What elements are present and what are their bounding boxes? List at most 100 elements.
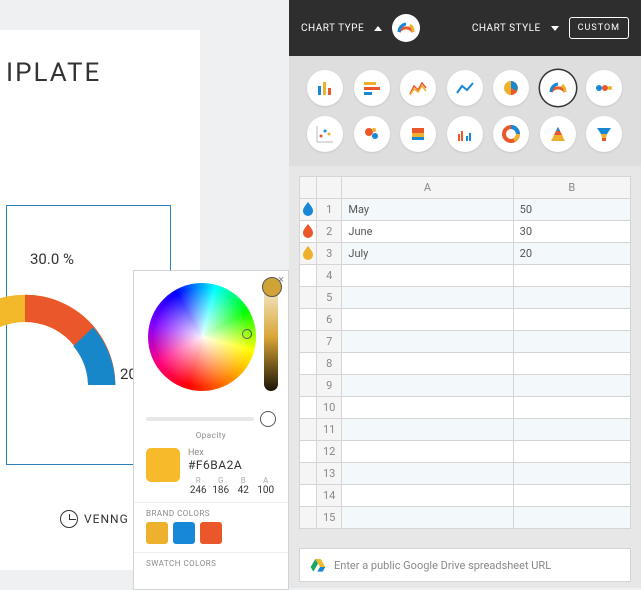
- bubble-row-option[interactable]: [586, 70, 622, 106]
- cell[interactable]: [342, 353, 513, 375]
- cell[interactable]: [513, 441, 630, 463]
- table-row[interactable]: 13: [300, 463, 631, 485]
- row-color-swatch[interactable]: [300, 287, 317, 309]
- line-chart-option[interactable]: [447, 70, 483, 106]
- lightness-strip[interactable]: [264, 283, 278, 391]
- table-row[interactable]: 4: [300, 265, 631, 287]
- cell[interactable]: [513, 463, 630, 485]
- table-row[interactable]: 15: [300, 507, 631, 529]
- custom-button[interactable]: CUSTOM: [569, 17, 629, 39]
- stacked-chart-option[interactable]: [400, 116, 436, 152]
- column-header[interactable]: B: [513, 177, 630, 199]
- cell[interactable]: [342, 463, 513, 485]
- row-color-swatch[interactable]: [300, 463, 317, 485]
- row-color-swatch[interactable]: [300, 221, 317, 243]
- cell[interactable]: [342, 507, 513, 529]
- cell[interactable]: [513, 419, 630, 441]
- table-row[interactable]: 11: [300, 419, 631, 441]
- cell[interactable]: July: [342, 243, 513, 265]
- cell[interactable]: [342, 265, 513, 287]
- pyramid-chart-option[interactable]: [540, 116, 576, 152]
- cell[interactable]: [342, 441, 513, 463]
- hex-value[interactable]: #F6BA2A: [188, 458, 276, 472]
- scatter-chart-option[interactable]: [307, 116, 343, 152]
- cell[interactable]: [513, 287, 630, 309]
- table-row[interactable]: 8: [300, 353, 631, 375]
- brand-swatch[interactable]: [146, 522, 168, 544]
- row-color-swatch[interactable]: [300, 243, 317, 265]
- row-color-swatch[interactable]: [300, 419, 317, 441]
- hue-pointer[interactable]: [242, 329, 252, 339]
- cell[interactable]: June: [342, 221, 513, 243]
- table-row[interactable]: 14: [300, 485, 631, 507]
- brand-swatch[interactable]: [200, 522, 222, 544]
- grouped-column-option[interactable]: [447, 116, 483, 152]
- row-color-swatch[interactable]: [300, 199, 317, 221]
- cell[interactable]: [513, 353, 630, 375]
- bubble-chart-option[interactable]: [354, 116, 390, 152]
- donut-chart-option[interactable]: [493, 116, 529, 152]
- row-color-swatch[interactable]: [300, 485, 317, 507]
- funnel-chart-option[interactable]: [586, 116, 622, 152]
- bar-chart-option[interactable]: [354, 70, 390, 106]
- hex-label: Hex: [188, 448, 276, 458]
- table-row[interactable]: 7: [300, 331, 631, 353]
- chart-type-button[interactable]: CHART TYPE: [301, 23, 364, 34]
- google-drive-icon: [310, 557, 326, 573]
- cell[interactable]: [342, 287, 513, 309]
- cell[interactable]: [513, 375, 630, 397]
- table-row[interactable]: 2 June 30: [300, 221, 631, 243]
- cell[interactable]: [342, 485, 513, 507]
- gauge-chart-option[interactable]: [540, 70, 576, 106]
- pie-chart-option[interactable]: [493, 70, 529, 106]
- cell[interactable]: [513, 507, 630, 529]
- row-color-swatch[interactable]: [300, 441, 317, 463]
- cell[interactable]: [342, 397, 513, 419]
- cell[interactable]: [513, 309, 630, 331]
- rgba-value[interactable]: 186: [211, 485, 232, 496]
- google-drive-input-bar[interactable]: Enter a public Google Drive spreadsheet …: [299, 548, 631, 582]
- table-row[interactable]: 1 May 50: [300, 199, 631, 221]
- row-color-swatch[interactable]: [300, 397, 317, 419]
- opacity-knob[interactable]: [260, 411, 276, 427]
- cell[interactable]: 20: [513, 243, 630, 265]
- canvas-footer: VENNG: [60, 510, 129, 528]
- table-row[interactable]: 10: [300, 397, 631, 419]
- cell[interactable]: 30: [513, 221, 630, 243]
- cell[interactable]: [342, 309, 513, 331]
- rgba-value[interactable]: 246: [188, 485, 209, 496]
- cell[interactable]: [342, 375, 513, 397]
- opacity-slider[interactable]: [134, 411, 288, 431]
- chart-style-button[interactable]: CHART STYLE: [472, 23, 541, 34]
- row-color-swatch[interactable]: [300, 309, 317, 331]
- column-chart-option[interactable]: [307, 70, 343, 106]
- hue-wheel[interactable]: [148, 283, 256, 391]
- row-color-swatch[interactable]: [300, 375, 317, 397]
- cell[interactable]: May: [342, 199, 513, 221]
- cell[interactable]: [342, 331, 513, 353]
- row-color-swatch[interactable]: [300, 507, 317, 529]
- row-color-swatch[interactable]: [300, 265, 317, 287]
- row-color-swatch[interactable]: [300, 331, 317, 353]
- table-row[interactable]: 6: [300, 309, 631, 331]
- table-row[interactable]: 12: [300, 441, 631, 463]
- rgba-value[interactable]: 42: [233, 485, 254, 496]
- cell[interactable]: [513, 485, 630, 507]
- lightness-knob[interactable]: [262, 277, 282, 297]
- rgba-value[interactable]: 100: [256, 485, 277, 496]
- half-donut-chart[interactable]: [0, 280, 130, 385]
- cell[interactable]: 50: [513, 199, 630, 221]
- table-row[interactable]: 9: [300, 375, 631, 397]
- data-sheet[interactable]: AB 1 May 50 2 June 30 3 July 20 4 5 6 7 …: [299, 176, 631, 529]
- row-number: 15: [317, 507, 342, 529]
- cell[interactable]: [342, 419, 513, 441]
- brand-swatch[interactable]: [173, 522, 195, 544]
- table-row[interactable]: 3 July 20: [300, 243, 631, 265]
- row-color-swatch[interactable]: [300, 353, 317, 375]
- table-row[interactable]: 5: [300, 287, 631, 309]
- column-header[interactable]: A: [342, 177, 513, 199]
- cell[interactable]: [513, 331, 630, 353]
- cell[interactable]: [513, 397, 630, 419]
- area-chart-option[interactable]: [400, 70, 436, 106]
- cell[interactable]: [513, 265, 630, 287]
